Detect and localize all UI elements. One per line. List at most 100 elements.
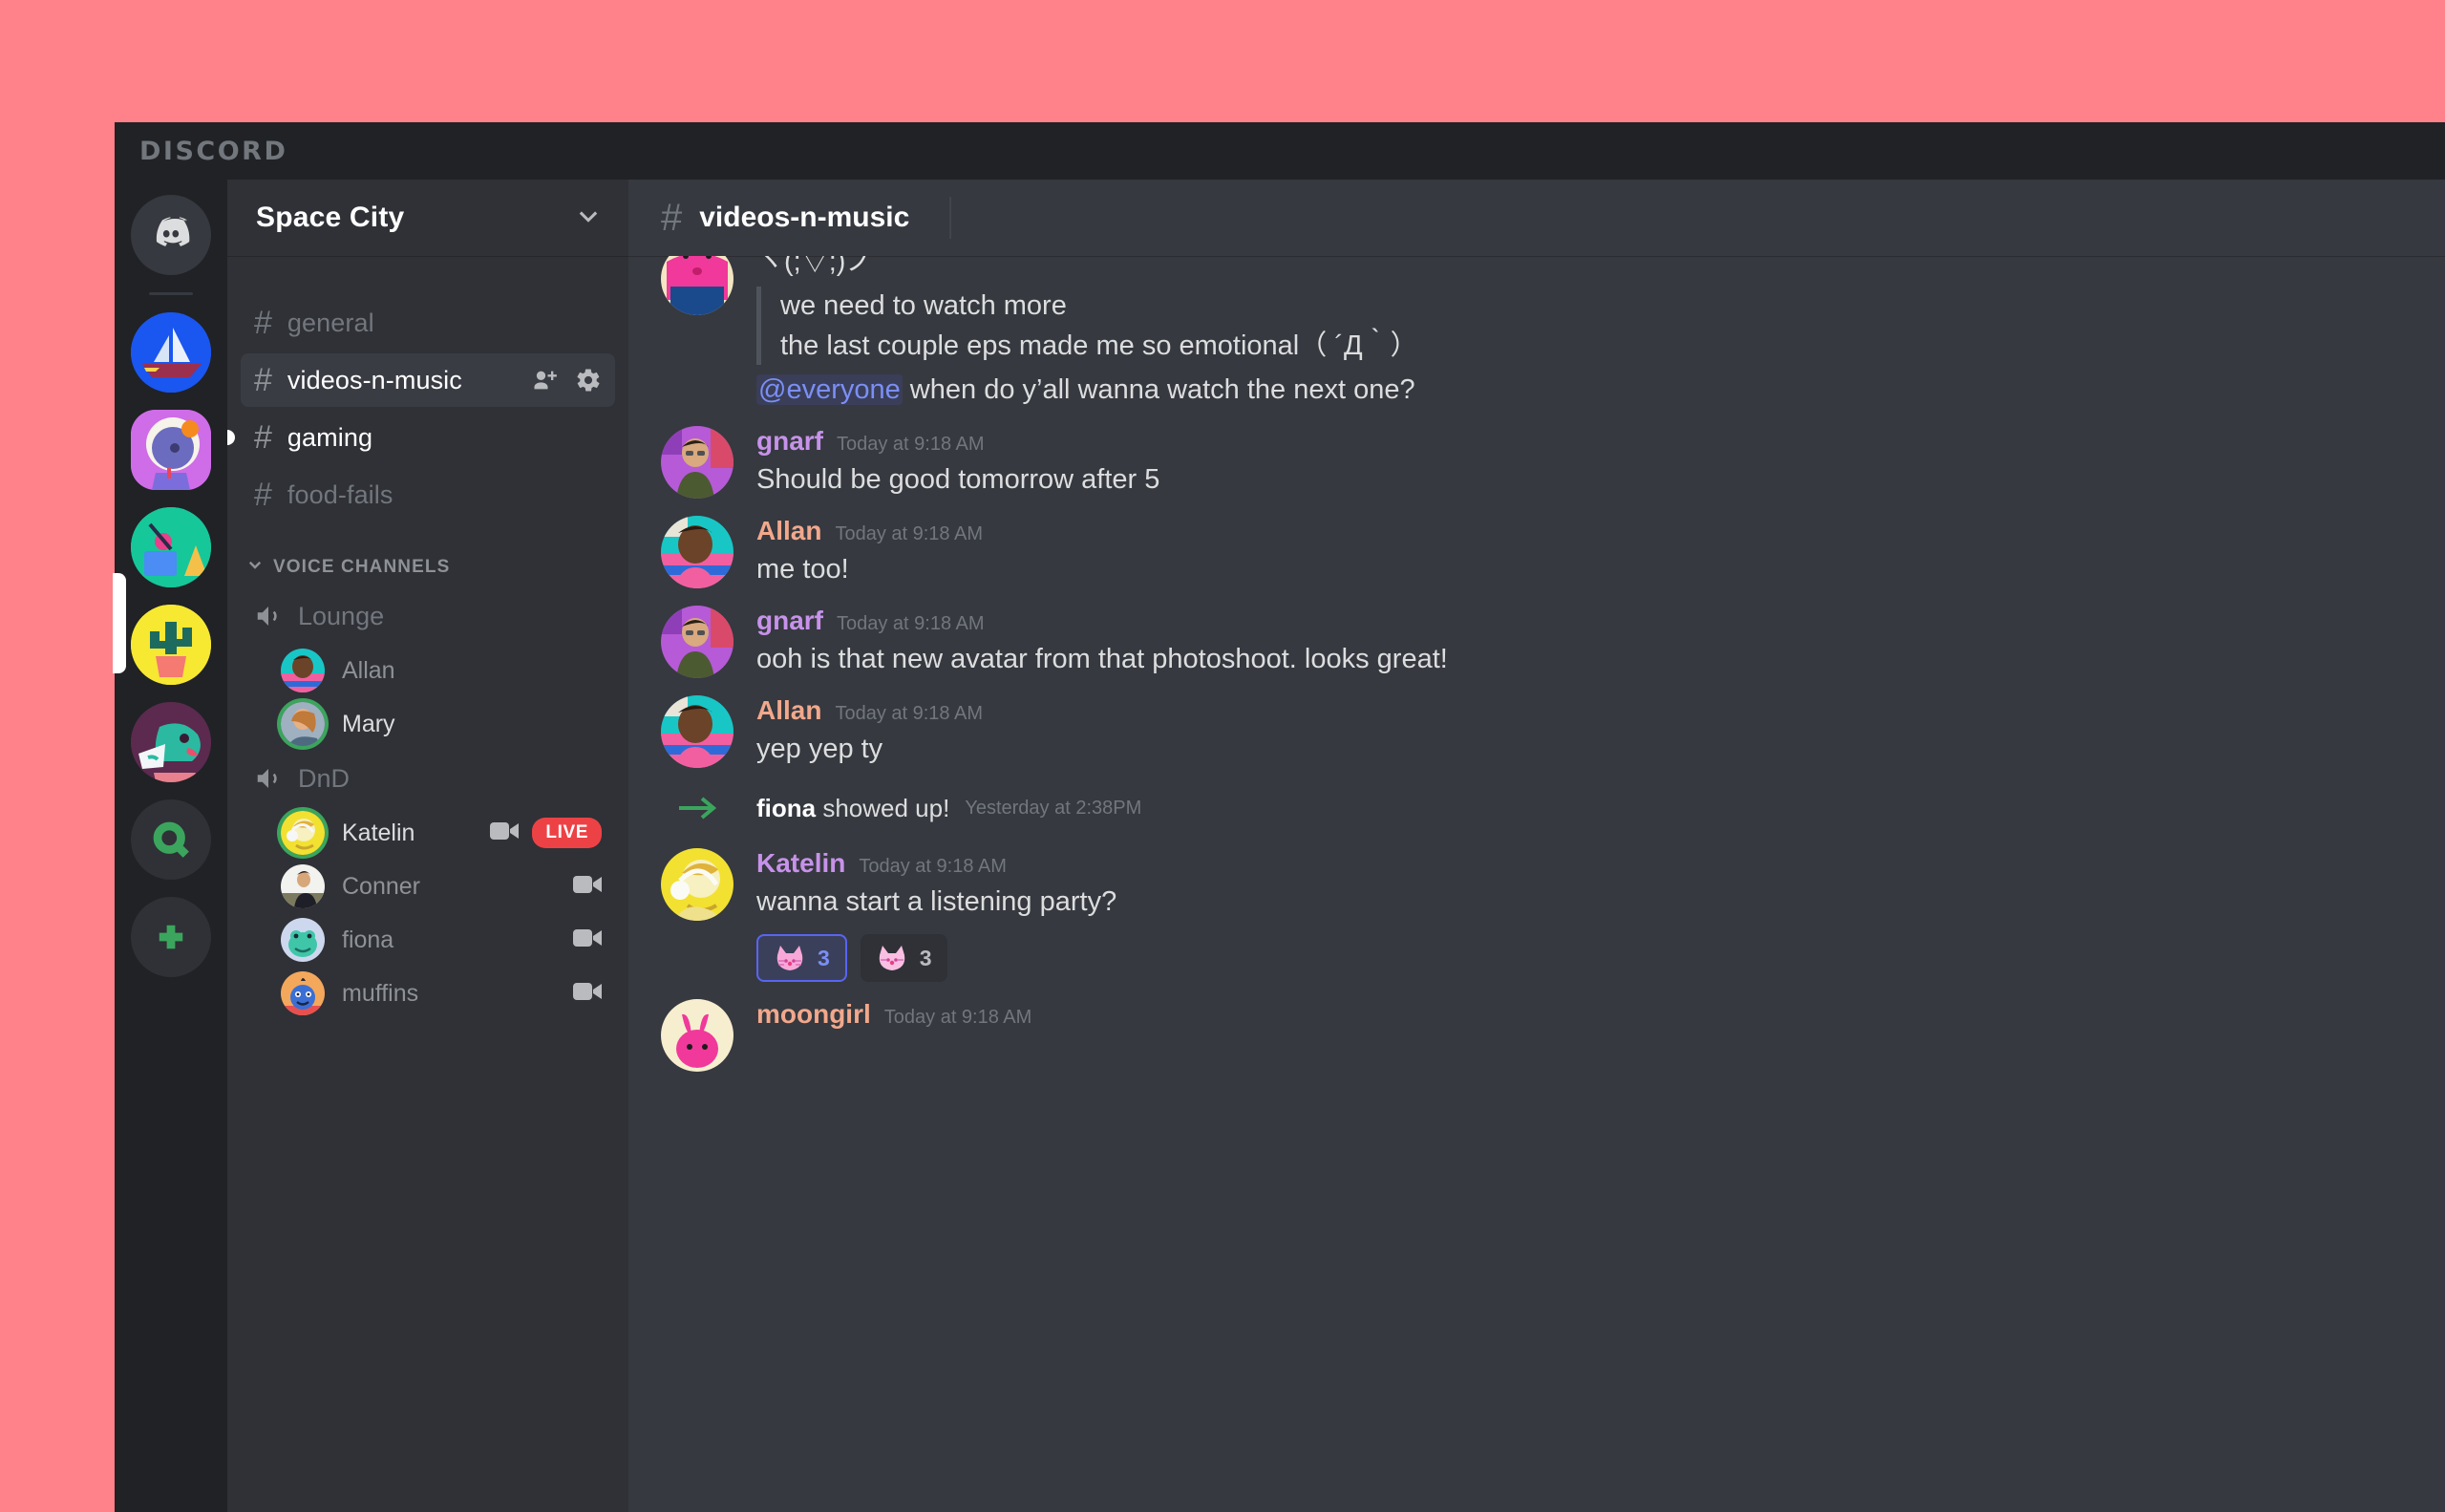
- voice-channel-dnd[interactable]: DnD: [241, 752, 615, 805]
- art-palette-icon: [131, 507, 211, 587]
- message-item: moongirl Today at 9:18 AM: [661, 993, 2407, 1077]
- voice-member-label: Katelin: [342, 819, 415, 846]
- muffins-avatar-icon: [281, 971, 325, 1015]
- channel-videos-n-music[interactable]: # videos-n-music: [241, 353, 615, 407]
- video-camera-icon: [573, 874, 602, 900]
- avatar: [281, 649, 325, 692]
- server-icon-art[interactable]: [131, 507, 211, 587]
- join-text: fiona showed up!: [756, 794, 949, 823]
- video-camera-icon: [490, 820, 520, 846]
- join-timestamp: Yesterday at 2:38PM: [965, 797, 1142, 819]
- quote-line: we need to watch more: [780, 290, 1067, 322]
- channel-title: videos-n-music: [699, 202, 910, 233]
- discord-wordmark: DISCORD: [139, 136, 288, 166]
- voice-member-label: muffins: [342, 979, 419, 1007]
- message-timestamp: Today at 9:18 AM: [835, 523, 984, 545]
- message-author[interactable]: Katelin: [756, 848, 845, 879]
- avatar[interactable]: [661, 256, 734, 315]
- avatar: [281, 864, 325, 908]
- voice-channel-lounge[interactable]: Lounge: [241, 589, 615, 643]
- message-author[interactable]: gnarf: [756, 606, 823, 636]
- server-icon-dino[interactable]: [131, 702, 211, 782]
- reaction-pill[interactable]: 3: [756, 934, 847, 983]
- allan-avatar-icon: [661, 516, 734, 589]
- message-text: @everyone when do y’all wanna watch the …: [756, 371, 2407, 409]
- fiona-avatar-icon: [281, 918, 325, 962]
- message-item: ヽ(;▽;)ノ we need to watch more the last c…: [661, 256, 2407, 415]
- unread-indicator: [227, 430, 235, 445]
- message-timestamp: Today at 9:18 AM: [883, 1007, 1032, 1029]
- voice-member-conner[interactable]: Conner: [241, 861, 615, 912]
- katelin-avatar-icon: [281, 811, 325, 855]
- voice-member-fiona[interactable]: fiona: [241, 914, 615, 966]
- channel-label: food-fails: [287, 479, 393, 509]
- add-server-button[interactable]: [131, 897, 211, 977]
- category-voice-channels[interactable]: VOICE CHANNELS: [246, 556, 615, 578]
- voice-member-muffins[interactable]: muffins: [241, 968, 615, 1019]
- allan-avatar-icon: [661, 695, 734, 769]
- join-suffix: showed up!: [816, 793, 950, 822]
- message-text: yep yep ty: [756, 734, 883, 765]
- voice-member-label: Conner: [342, 872, 420, 900]
- speaker-icon: [254, 764, 283, 793]
- message-timestamp: Today at 9:18 AM: [837, 434, 985, 456]
- message-author[interactable]: gnarf: [756, 426, 823, 457]
- channel-header: # videos-n-music: [628, 180, 2445, 256]
- message-item: Katelin Today at 9:18 AM wanna start a l…: [661, 842, 2407, 988]
- avatar[interactable]: [661, 516, 734, 589]
- chevron-down-icon: [246, 556, 264, 578]
- home-button[interactable]: [131, 195, 211, 275]
- message-timestamp: Today at 9:18 AM: [835, 703, 984, 725]
- voice-member-allan[interactable]: Allan: [241, 645, 615, 696]
- channel-general[interactable]: # general: [241, 296, 615, 350]
- dinosaur-icon: [131, 702, 211, 782]
- voice-member-mary[interactable]: Mary: [241, 698, 615, 750]
- avatar: [281, 918, 325, 962]
- message-timestamp: Today at 9:18 AM: [859, 856, 1007, 878]
- create-invite-icon[interactable]: [531, 367, 558, 394]
- reaction-pill[interactable]: 3: [860, 934, 947, 983]
- avatar[interactable]: [661, 999, 734, 1073]
- avatar[interactable]: [661, 848, 734, 922]
- speaker-icon: [254, 602, 283, 630]
- avatar[interactable]: [661, 426, 734, 500]
- channel-food-fails[interactable]: # food-fails: [241, 468, 615, 522]
- allan-avatar-icon: [281, 649, 325, 692]
- chat-area: # videos-n-music ヽ(;▽;)ノ we need to watc…: [628, 180, 2445, 1512]
- message-author[interactable]: Allan: [756, 516, 821, 546]
- voice-member-label: Mary: [342, 710, 395, 737]
- voice-member-katelin[interactable]: Katelin LIVE: [241, 807, 615, 859]
- pink-cat-emoji: [776, 946, 803, 971]
- gnarf-avatar-icon: [661, 426, 734, 500]
- channel-label: general: [287, 308, 374, 337]
- server-icon-plant[interactable]: [131, 605, 211, 685]
- explore-servers-button[interactable]: [131, 799, 211, 880]
- category-label: VOICE CHANNELS: [273, 556, 451, 577]
- server-header-dropdown[interactable]: Space City: [227, 180, 628, 256]
- message-author[interactable]: Allan: [756, 695, 821, 726]
- edit-channel-icon[interactable]: [575, 367, 602, 394]
- window-edge-highlight: [113, 573, 126, 673]
- titlebar: DISCORD: [115, 122, 2445, 180]
- quote-block: we need to watch more the last couple ep…: [756, 287, 2407, 366]
- channel-gaming[interactable]: # gaming: [227, 411, 615, 464]
- server-icon-sailboat[interactable]: [131, 312, 211, 393]
- search-icon: [153, 821, 189, 858]
- server-icon-astronaut[interactable]: [131, 410, 211, 490]
- system-join-message: fiona showed up! Yesterday at 2:38PM: [661, 779, 2407, 837]
- channel-list: # general # videos-n-music # gaming # fo…: [227, 256, 628, 1512]
- message-text: ooh is that new avatar from that photosh…: [756, 644, 1448, 675]
- everyone-mention[interactable]: @everyone: [756, 374, 903, 406]
- avatar[interactable]: [661, 695, 734, 769]
- message-author[interactable]: moongirl: [756, 999, 871, 1030]
- astronaut-icon: [131, 410, 211, 490]
- gnarf-avatar-icon: [661, 606, 734, 679]
- channel-sidebar: Space City # general # videos-n-music # …: [227, 180, 628, 1512]
- message-kaomoji: ヽ(;▽;)ノ: [756, 256, 874, 277]
- message-timestamp: Today at 9:18 AM: [837, 613, 985, 635]
- avatar[interactable]: [661, 606, 734, 679]
- message-item: Allan Today at 9:18 AM yep yep ty: [661, 690, 2407, 774]
- plus-icon: [159, 925, 183, 949]
- quote-line: the last couple eps made me so emotional…: [780, 330, 1418, 362]
- chevron-down-icon: [575, 202, 602, 233]
